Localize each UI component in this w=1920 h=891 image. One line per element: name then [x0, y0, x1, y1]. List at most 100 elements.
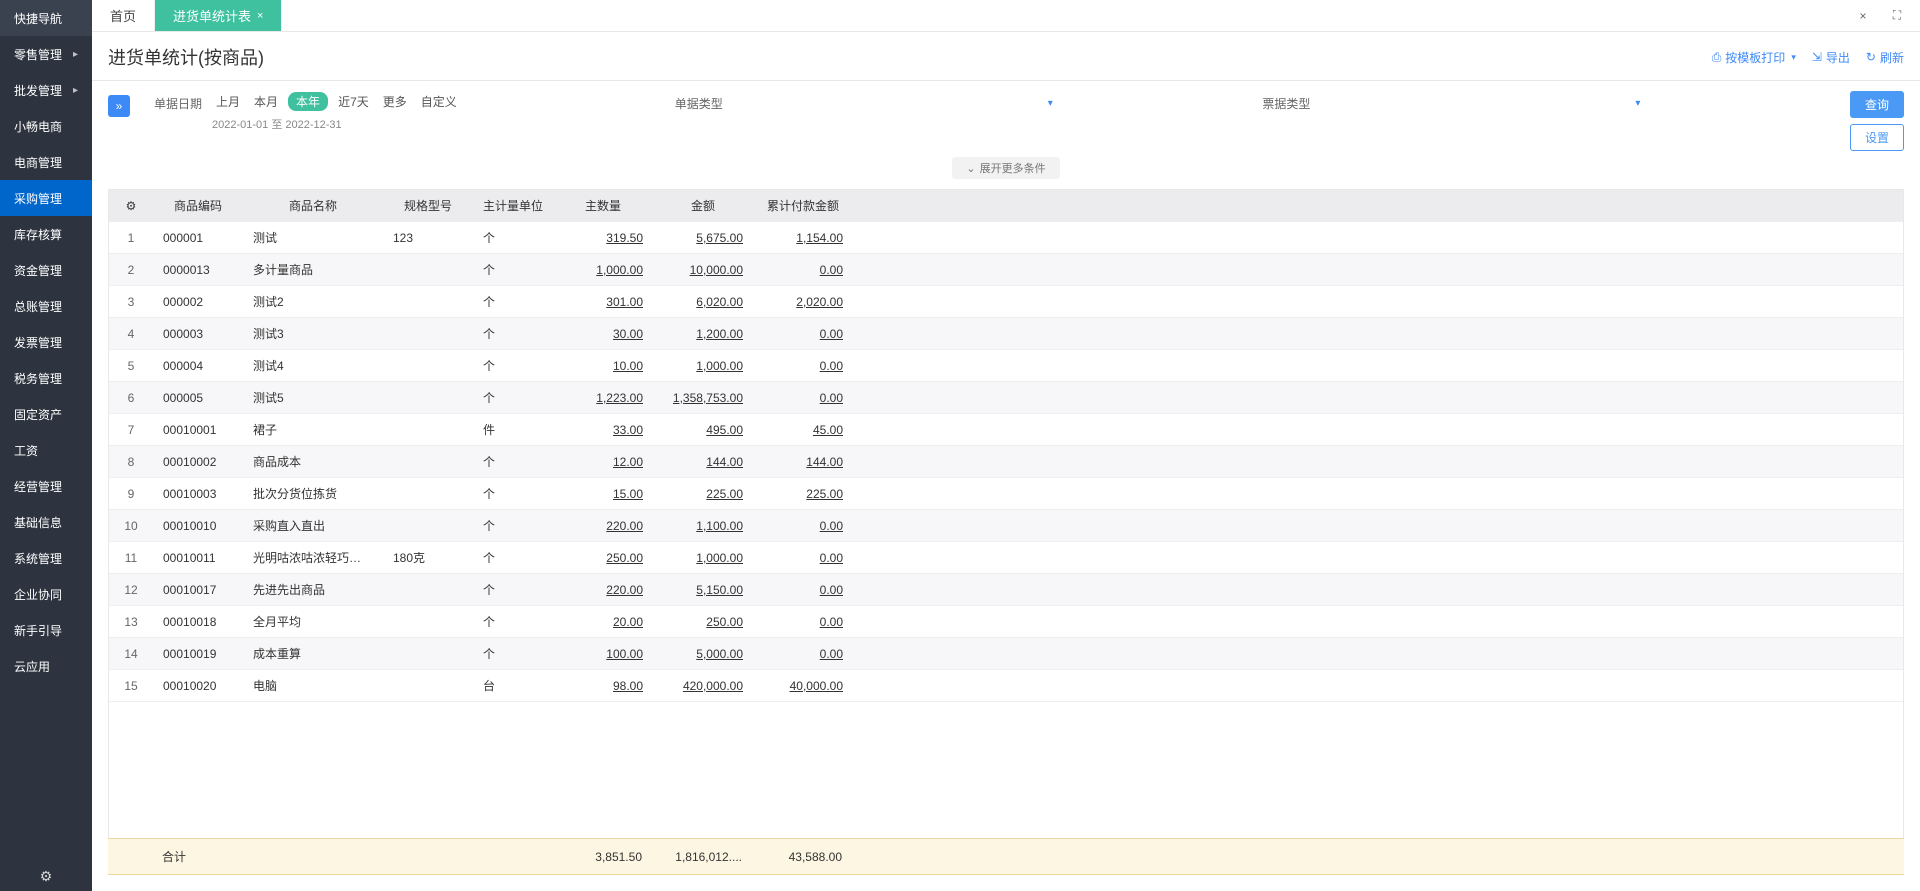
filters-collapse-toggle[interactable]: » — [108, 95, 130, 117]
cell-paid[interactable]: 0.00 — [753, 510, 853, 542]
sidebar-item-13[interactable]: 经营管理 — [0, 468, 92, 504]
cell-qty[interactable]: 1,223.00 — [553, 382, 653, 414]
cell-paid[interactable]: 0.00 — [753, 574, 853, 606]
table-row[interactable]: 900010003批次分货位拣货个15.00225.00225.00 — [109, 478, 1903, 510]
cell-qty[interactable]: 98.00 — [553, 670, 653, 702]
cell-paid[interactable]: 144.00 — [753, 446, 853, 478]
cell-amt[interactable]: 5,150.00 — [653, 574, 753, 606]
date-quick-本年[interactable]: 本年 — [288, 92, 328, 111]
cell-qty[interactable]: 100.00 — [553, 638, 653, 670]
table-row[interactable]: 1300010018全月平均个20.00250.000.00 — [109, 606, 1903, 638]
sidebar-item-18[interactable]: 云应用 — [0, 648, 92, 684]
sidebar-item-17[interactable]: 新手引导 — [0, 612, 92, 648]
sidebar-item-7[interactable]: 资金管理 — [0, 252, 92, 288]
table-row[interactable]: 700010001裙子件33.00495.0045.00 — [109, 414, 1903, 446]
cell-paid[interactable]: 0.00 — [753, 542, 853, 574]
sidebar-item-9[interactable]: 发票管理 — [0, 324, 92, 360]
cell-paid[interactable]: 0.00 — [753, 606, 853, 638]
col-unit-header[interactable]: 主计量单位 — [473, 190, 553, 222]
cell-amt[interactable]: 10,000.00 — [653, 254, 753, 286]
date-quick-上月[interactable]: 上月 — [212, 91, 244, 112]
cell-amt[interactable]: 5,000.00 — [653, 638, 753, 670]
col-qty-header[interactable]: 主数量 — [553, 190, 653, 222]
sidebar-item-16[interactable]: 企业协同 — [0, 576, 92, 612]
cell-qty[interactable]: 10.00 — [553, 350, 653, 382]
cell-amt[interactable]: 1,200.00 — [653, 318, 753, 350]
cell-paid[interactable]: 0.00 — [753, 638, 853, 670]
tab-active[interactable]: 进货单统计表 × — [155, 0, 282, 31]
cell-amt[interactable]: 495.00 — [653, 414, 753, 446]
cell-amt[interactable]: 144.00 — [653, 446, 753, 478]
sidebar-item-8[interactable]: 总账管理 — [0, 288, 92, 324]
expand-more-filters[interactable]: ⌄ 展开更多条件 — [952, 157, 1059, 179]
col-amt-header[interactable]: 金额 — [653, 190, 753, 222]
settings-button[interactable]: 设置 — [1850, 124, 1904, 151]
cell-qty[interactable]: 1,000.00 — [553, 254, 653, 286]
cell-amt[interactable]: 1,100.00 — [653, 510, 753, 542]
cell-paid[interactable]: 40,000.00 — [753, 670, 853, 702]
print-template-action[interactable]: ⎙ 按模板打印 ▾ — [1712, 49, 1796, 66]
date-quick-更多[interactable]: 更多 — [379, 91, 411, 112]
table-row[interactable]: 4000003测试3个30.001,200.000.00 — [109, 318, 1903, 350]
date-quick-近7天[interactable]: 近7天 — [334, 91, 373, 112]
table-row[interactable]: 5000004测试4个10.001,000.000.00 — [109, 350, 1903, 382]
export-action[interactable]: ⇲ 导出 — [1812, 49, 1850, 66]
cell-qty[interactable]: 15.00 — [553, 478, 653, 510]
sidebar-item-5[interactable]: 采购管理 — [0, 180, 92, 216]
sidebar-item-10[interactable]: 税务管理 — [0, 360, 92, 396]
table-row[interactable]: 6000005测试5个1,223.001,358,753.000.00 — [109, 382, 1903, 414]
table-row[interactable]: 1000001测试123个319.505,675.001,154.00 — [109, 222, 1903, 254]
cell-paid[interactable]: 0.00 — [753, 254, 853, 286]
cell-qty[interactable]: 20.00 — [553, 606, 653, 638]
cell-paid[interactable]: 0.00 — [753, 318, 853, 350]
sidebar-item-0[interactable]: 快捷导航 — [0, 0, 92, 36]
cell-paid[interactable]: 0.00 — [753, 350, 853, 382]
cell-amt[interactable]: 1,000.00 — [653, 350, 753, 382]
cell-qty[interactable]: 301.00 — [553, 286, 653, 318]
tab-close-all[interactable]: × — [1852, 5, 1874, 27]
sidebar-item-1[interactable]: 零售管理▸ — [0, 36, 92, 72]
col-code-header[interactable]: 商品编码 — [153, 190, 243, 222]
sidebar-item-12[interactable]: 工资 — [0, 432, 92, 468]
col-spec-header[interactable]: 规格型号 — [383, 190, 473, 222]
table-settings-header[interactable]: ⚙ — [109, 190, 153, 222]
cell-amt[interactable]: 225.00 — [653, 478, 753, 510]
cell-amt[interactable]: 6,020.00 — [653, 286, 753, 318]
close-icon[interactable]: × — [257, 10, 263, 22]
cell-qty[interactable]: 30.00 — [553, 318, 653, 350]
sidebar-item-11[interactable]: 固定资产 — [0, 396, 92, 432]
cell-qty[interactable]: 12.00 — [553, 446, 653, 478]
cell-qty[interactable]: 33.00 — [553, 414, 653, 446]
sidebar-item-3[interactable]: 小畅电商 — [0, 108, 92, 144]
table-row[interactable]: 20000013多计量商品个1,000.0010,000.000.00 — [109, 254, 1903, 286]
doc-type-select[interactable]: ▾ — [733, 91, 1053, 117]
table-row[interactable]: 1100010011光明咕浓咕浓轻巧包莱...180克个250.001,000.… — [109, 542, 1903, 574]
date-quick-自定义[interactable]: 自定义 — [417, 91, 461, 112]
tab-home[interactable]: 首页 — [92, 0, 155, 31]
bill-type-select[interactable]: ▾ — [1320, 91, 1640, 117]
cell-qty[interactable]: 220.00 — [553, 574, 653, 606]
table-row[interactable]: 3000002测试2个301.006,020.002,020.00 — [109, 286, 1903, 318]
cell-paid[interactable]: 2,020.00 — [753, 286, 853, 318]
cell-amt[interactable]: 1,000.00 — [653, 542, 753, 574]
query-button[interactable]: 查询 — [1850, 91, 1904, 118]
cell-qty[interactable]: 319.50 — [553, 222, 653, 254]
col-paid-header[interactable]: 累计付款金额 — [753, 190, 853, 222]
sidebar-item-4[interactable]: 电商管理 — [0, 144, 92, 180]
sidebar-item-2[interactable]: 批发管理▸ — [0, 72, 92, 108]
sidebar-item-15[interactable]: 系统管理 — [0, 540, 92, 576]
cell-paid[interactable]: 1,154.00 — [753, 222, 853, 254]
table-row[interactable]: 1500010020电脑台98.00420,000.0040,000.00 — [109, 670, 1903, 702]
sidebar-item-6[interactable]: 库存核算 — [0, 216, 92, 252]
fullscreen-icon[interactable]: ⛶ — [1886, 5, 1908, 27]
cell-paid[interactable]: 225.00 — [753, 478, 853, 510]
table-row[interactable]: 1400010019成本重算个100.005,000.000.00 — [109, 638, 1903, 670]
table-row[interactable]: 1200010017先进先出商品个220.005,150.000.00 — [109, 574, 1903, 606]
cell-qty[interactable]: 220.00 — [553, 510, 653, 542]
cell-amt[interactable]: 5,675.00 — [653, 222, 753, 254]
cell-qty[interactable]: 250.00 — [553, 542, 653, 574]
date-quick-本月[interactable]: 本月 — [250, 91, 282, 112]
cell-amt[interactable]: 250.00 — [653, 606, 753, 638]
col-name-header[interactable]: 商品名称 — [243, 190, 383, 222]
cell-amt[interactable]: 1,358,753.00 — [653, 382, 753, 414]
